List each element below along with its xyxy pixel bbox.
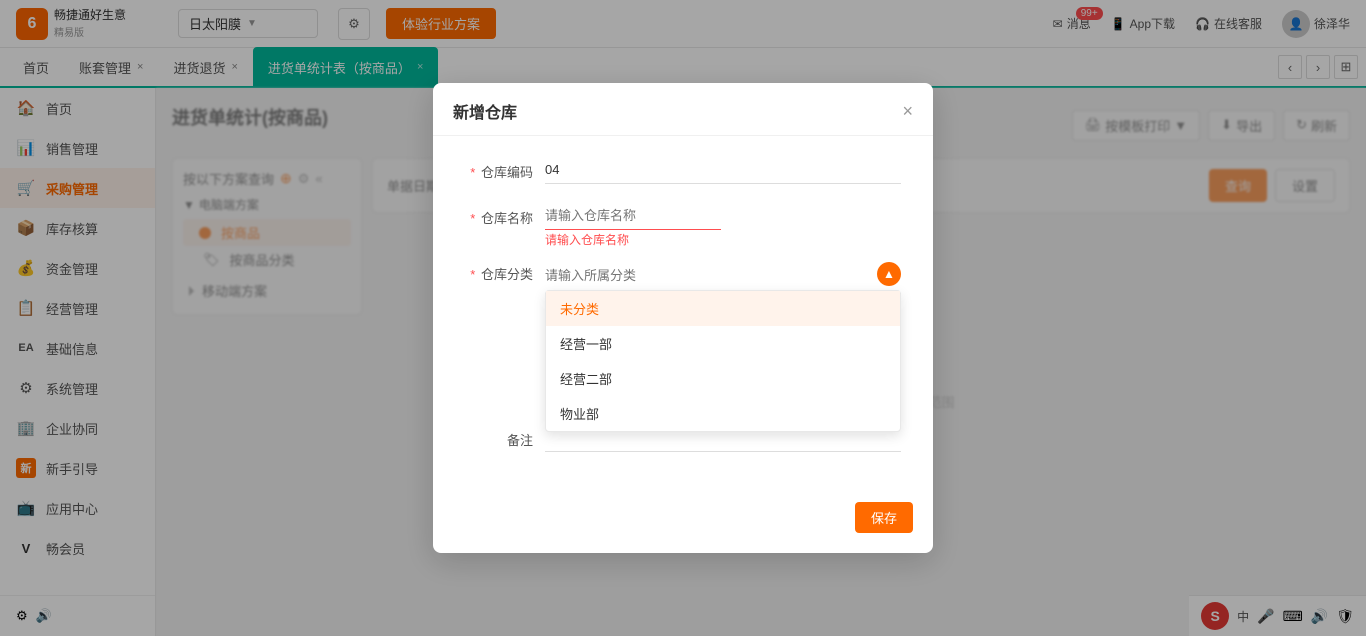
name-input[interactable] xyxy=(545,202,721,230)
category-arrow-btn[interactable]: ▲ xyxy=(877,262,901,286)
modal-body: * 仓库编码 * 仓库名称 请输入仓库名称 * xyxy=(433,136,933,490)
category-dropdown: 未分类 经营一部 经营二部 物业部 xyxy=(545,290,901,432)
category-label: * 仓库分类 xyxy=(465,258,545,283)
code-input[interactable] xyxy=(545,156,901,184)
category-input[interactable] xyxy=(545,262,901,289)
modal-close-btn[interactable]: × xyxy=(902,101,913,122)
name-label: * 仓库名称 xyxy=(465,202,545,227)
modal-overlay: 新增仓库 × * 仓库编码 * 仓库名称 请输入仓库名称 xyxy=(0,0,1366,636)
code-label: * 仓库编码 xyxy=(465,156,545,181)
category-option-none[interactable]: 未分类 xyxy=(546,291,900,326)
save-btn[interactable]: 保存 xyxy=(855,502,913,533)
modal-header: 新增仓库 × xyxy=(433,83,933,136)
category-option-dept1[interactable]: 经营一部 xyxy=(546,326,900,361)
category-option-property[interactable]: 物业部 xyxy=(546,396,900,431)
add-warehouse-modal: 新增仓库 × * 仓库编码 * 仓库名称 请输入仓库名称 xyxy=(433,83,933,553)
category-field-row: * 仓库分类 ▲ 未分类 经营一部 xyxy=(465,258,901,294)
name-error-msg: 请输入仓库名称 xyxy=(545,231,629,248)
category-select-wrap: ▲ 未分类 经营一部 经营二部 物业部 xyxy=(545,258,901,294)
category-option-dept2[interactable]: 经营二部 xyxy=(546,361,900,396)
code-field-row: * 仓库编码 xyxy=(465,156,901,184)
remark-label: 备注 xyxy=(465,424,545,449)
modal-footer: 保存 xyxy=(433,490,933,553)
modal-title: 新增仓库 xyxy=(453,99,517,123)
name-field-row: * 仓库名称 请输入仓库名称 xyxy=(465,202,901,230)
